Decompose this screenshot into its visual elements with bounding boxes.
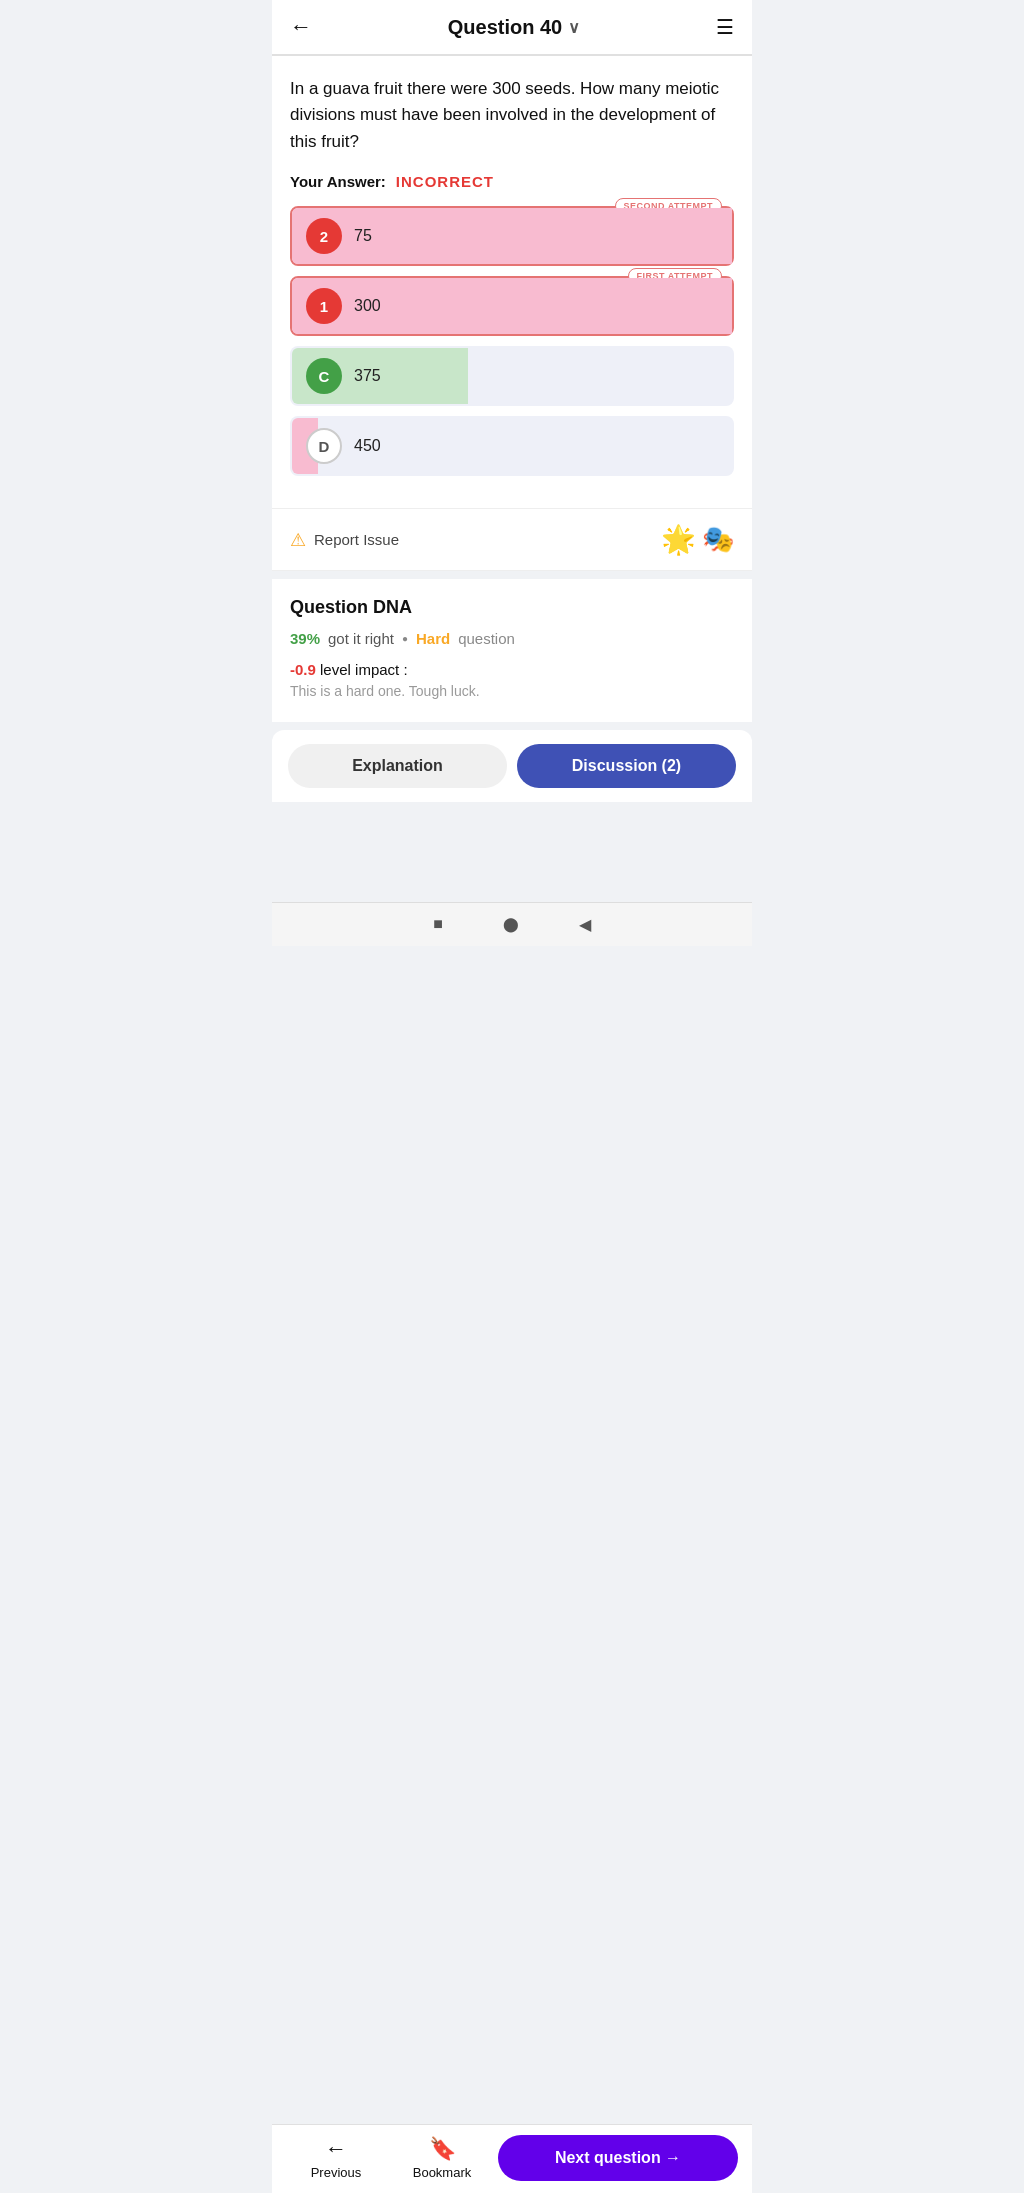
option-d-circle: D [306,428,342,464]
options-container: SECOND ATTEMPT 2 75 FIRST ATTEMPT 1 300 [290,206,734,476]
sys-back-button[interactable]: ◀ [579,915,591,934]
tab-explanation[interactable]: Explanation [288,744,507,788]
option-d-content: D 450 [292,418,732,474]
option-b-content: 1 300 [292,278,732,334]
tabs-row: Explanation Discussion (2) [288,744,736,788]
back-button[interactable]: ← [290,14,312,40]
option-b-row[interactable]: FIRST ATTEMPT 1 300 [290,276,734,336]
menu-icon[interactable]: ☰ [716,15,734,39]
option-c-row[interactable]: C 375 [290,346,734,406]
dna-title: Question DNA [290,597,734,618]
avatar-icon: 🎭 [702,524,734,555]
dna-difficulty-suffix: question [458,630,515,647]
report-icons: 🌟 🎭 [661,523,734,556]
option-b-text: 300 [354,297,381,315]
blob-icon: 🌟 [661,523,696,556]
dna-dot: ● [402,633,408,644]
question-title: Question 40 [448,16,562,39]
bookmark-button[interactable]: 🔖 Bookmark [392,2136,492,2180]
question-section: In a guava fruit there were 300 seeds. H… [272,56,752,509]
prev-label: Previous [311,2165,362,2180]
question-text: In a guava fruit there were 300 seeds. H… [290,76,734,155]
dna-percent: 39% [290,630,320,647]
option-b-circle: 1 [306,288,342,324]
header: ← Question 40 ∨ ☰ [272,0,752,55]
chevron-down-icon[interactable]: ∨ [568,18,580,37]
dna-got-right: got it right [328,630,394,647]
dna-stats: 39% got it right ● Hard question [290,630,734,647]
sys-circle-button[interactable]: ⬤ [503,916,519,932]
report-label: Report Issue [314,531,399,548]
tab-section: Explanation Discussion (2) [272,730,752,802]
option-c-circle: C [306,358,342,394]
option-c-text: 375 [354,367,381,385]
bookmark-icon: 🔖 [429,2136,456,2162]
warning-icon: ⚠ [290,529,306,551]
dna-section: Question DNA 39% got it right ● Hard que… [272,579,752,722]
report-left[interactable]: ⚠ Report Issue [290,529,399,551]
report-row: ⚠ Report Issue 🌟 🎭 [272,509,752,571]
option-a-content: 2 75 [292,208,732,264]
sys-square-button[interactable]: ■ [433,915,443,933]
impact-description: This is a hard one. Tough luck. [290,682,734,702]
your-answer-label: Your Answer: [290,173,386,190]
option-c-content: C 375 [292,348,732,404]
option-a-text: 75 [354,227,372,245]
bookmark-label: Bookmark [413,2165,472,2180]
tab-discussion[interactable]: Discussion (2) [517,744,736,788]
option-d-row[interactable]: D 450 [290,416,734,476]
option-a-row[interactable]: SECOND ATTEMPT 2 75 [290,206,734,266]
option-d-text: 450 [354,437,381,455]
next-question-button[interactable]: Next question → [498,2135,738,2181]
bottom-nav: ← Previous 🔖 Bookmark Next question → [272,2124,752,2193]
level-impact-suffix: level impact : [320,661,408,678]
system-nav: ■ ⬤ ◀ [272,902,752,946]
level-impact-value: -0.9 [290,661,316,678]
dna-difficulty: Hard [416,630,450,647]
your-answer-row: Your Answer: INCORRECT [290,173,734,190]
bottom-spacer [272,802,752,902]
header-title-group: Question 40 ∨ [448,16,580,39]
level-impact-row: -0.9 level impact : [290,661,734,678]
answer-status-badge: INCORRECT [396,173,494,190]
prev-icon: ← [325,2136,347,2162]
prev-button[interactable]: ← Previous [286,2136,386,2180]
option-a-circle: 2 [306,218,342,254]
